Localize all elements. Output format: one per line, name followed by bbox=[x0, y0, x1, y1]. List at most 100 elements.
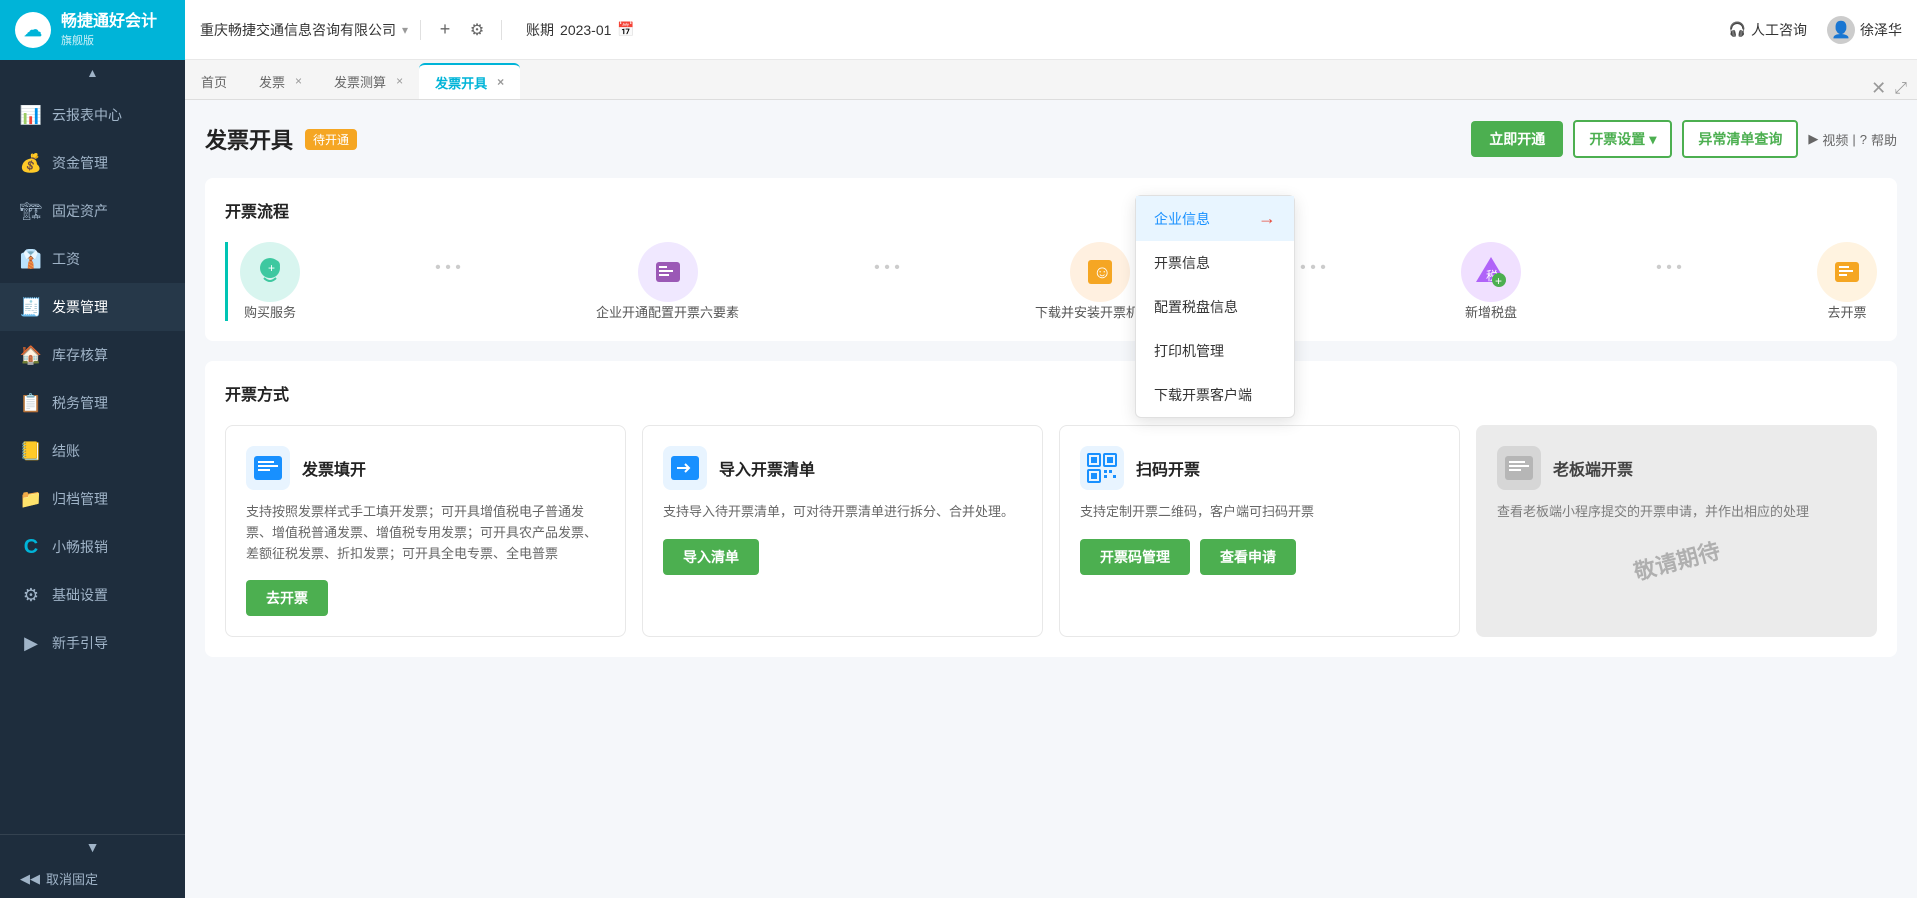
config-label: 企业开通配置开票六要素 bbox=[596, 302, 739, 321]
fill-desc: 支持按照发票样式手工填开发票；可开具增值税电子普通发票、增值税普通发票、增值税专… bbox=[246, 502, 605, 564]
dropdown-invoice-info-label: 开票信息 bbox=[1154, 253, 1210, 273]
import-title: 导入开票清单 bbox=[719, 456, 815, 480]
sidebar-item-archive[interactable]: 📁 归档管理 bbox=[0, 475, 185, 523]
maximize-button[interactable]: ⤢ bbox=[1894, 80, 1907, 98]
import-button[interactable]: 导入清单 bbox=[663, 539, 759, 575]
user-menu[interactable]: 👤 徐泽华 bbox=[1827, 16, 1902, 44]
calendar-icon[interactable]: 📅 bbox=[617, 21, 634, 38]
customer-service-button[interactable]: 🎧 人工咨询 bbox=[1729, 20, 1807, 40]
flow-step-go-invoice: 去开票 bbox=[1817, 242, 1877, 321]
tab-invoice-open[interactable]: 发票开具 × bbox=[419, 63, 520, 99]
dropdown-tax-config[interactable]: 配置税盘信息 bbox=[1136, 285, 1294, 329]
logo-icon: ☁ bbox=[15, 12, 51, 48]
tab-invoice-close[interactable]: × bbox=[295, 74, 302, 88]
sidebar-item-tax[interactable]: 📋 税务管理 bbox=[0, 379, 185, 427]
svg-text:+: + bbox=[268, 261, 275, 275]
guide-icon: ▶ bbox=[20, 632, 42, 654]
settings-dropdown-arrow: ▾ bbox=[1649, 131, 1656, 148]
scan-view-button[interactable]: 查看申请 bbox=[1200, 539, 1296, 575]
methods-grid: 发票填开 支持按照发票样式手工填开发票；可开具增值税电子普通发票、增值税普通发票… bbox=[225, 425, 1877, 637]
import-desc: 支持导入待开票清单，可对待开票清单进行拆分、合并处理。 bbox=[663, 502, 1022, 523]
flow-title: 开票流程 bbox=[225, 198, 1877, 222]
tab-invoice-calc-close[interactable]: × bbox=[396, 74, 403, 88]
dropdown-arrow-indicator: → bbox=[1258, 208, 1276, 229]
fill-title: 发票填开 bbox=[302, 456, 366, 480]
topbar-right: 🎧 人工咨询 👤 徐泽华 bbox=[1729, 16, 1902, 44]
tab-invoice-calc[interactable]: 发票测算 × bbox=[318, 63, 419, 99]
sidebar-item-capital[interactable]: 💰 资金管理 bbox=[0, 139, 185, 187]
sidebar-bottom-action[interactable]: ◀◀ 取消固定 bbox=[0, 859, 185, 898]
dropdown-printer-label: 打印机管理 bbox=[1154, 341, 1224, 361]
tab-home[interactable]: 首页 bbox=[185, 63, 243, 99]
sidebar-item-fixed-assets[interactable]: 🏗 固定资产 bbox=[0, 187, 185, 235]
sidebar-scroll-up[interactable]: ▲ bbox=[0, 60, 185, 86]
sidebar-label-guide: 新手引导 bbox=[52, 633, 108, 653]
method-scan: 扫码开票 支持定制开票二维码，客户端可扫码开票 开票码管理 查看申请 bbox=[1059, 425, 1460, 637]
settings-dropdown-menu: 企业信息 → 开票信息 配置税盘信息 打印机管理 下载开票客户端 bbox=[1135, 195, 1295, 418]
flow-step-config: 企业开通配置开票六要素 bbox=[596, 242, 739, 321]
dropdown-download-client[interactable]: 下载开票客户端 bbox=[1136, 373, 1294, 417]
unpin-icon: ◀◀ bbox=[20, 871, 40, 887]
sidebar-item-invoice[interactable]: 🧾 发票管理 bbox=[0, 283, 185, 331]
scan-manage-button[interactable]: 开票码管理 bbox=[1080, 539, 1190, 575]
sidebar-item-payroll[interactable]: 👔 工资 bbox=[0, 235, 185, 283]
sidebar-item-cloud-report[interactable]: 📊 云报表中心 bbox=[0, 91, 185, 139]
go-invoice-label: 去开票 bbox=[1828, 302, 1867, 321]
sidebar-item-guide[interactable]: ▶ 新手引导 bbox=[0, 619, 185, 667]
tax-icon: 📋 bbox=[20, 392, 42, 414]
sidebar-scroll-down[interactable]: ▼ bbox=[0, 834, 185, 859]
exception-button[interactable]: 异常清单查询 bbox=[1682, 120, 1798, 158]
sidebar-label-capital: 资金管理 bbox=[52, 153, 108, 173]
activate-button[interactable]: 立即开通 bbox=[1471, 121, 1563, 157]
settings-button[interactable]: 开票设置 ▾ bbox=[1573, 120, 1672, 158]
sidebar: ☁ 畅捷通好会计 旗舰版 ▲ 📊 云报表中心 💰 资金管理 🏗 固定资产 👔 工… bbox=[0, 0, 185, 898]
sidebar-item-inventory[interactable]: 🏠 库存核算 bbox=[0, 331, 185, 379]
dropdown-download-client-label: 下载开票客户端 bbox=[1154, 385, 1252, 405]
period-value: 2023-01 bbox=[560, 22, 611, 38]
method-boss-header: 老板端开票 bbox=[1497, 446, 1856, 490]
sidebar-item-settings[interactable]: ⚙ 基础设置 bbox=[0, 571, 185, 619]
sidebar-label-archive: 归档管理 bbox=[52, 489, 108, 509]
user-name: 徐泽华 bbox=[1860, 20, 1902, 40]
settings-icon: ⚙ bbox=[20, 584, 42, 606]
dropdown-company-info-label: 企业信息 bbox=[1154, 209, 1210, 229]
connector-1: • • • bbox=[300, 259, 596, 277]
fill-button[interactable]: 去开票 bbox=[246, 580, 328, 616]
dropdown-company-info[interactable]: 企业信息 → bbox=[1136, 196, 1294, 241]
methods-section: 开票方式 发票填开 支持按照发票样式手工填开发票；可开具增值税电子普通发票、增值… bbox=[205, 361, 1897, 657]
boss-icon bbox=[1497, 446, 1541, 490]
sidebar-item-report[interactable]: C 小畅报销 bbox=[0, 523, 185, 571]
page-title: 发票开具 bbox=[205, 123, 293, 155]
video-button[interactable]: ▶ 视频 | ? 帮助 bbox=[1808, 130, 1897, 149]
dropdown-invoice-info[interactable]: 开票信息 bbox=[1136, 241, 1294, 285]
add-tax-label: 新增税盘 bbox=[1465, 302, 1517, 321]
logo-text-block: 畅捷通好会计 旗舰版 bbox=[61, 12, 157, 47]
sidebar-label-cloud-report: 云报表中心 bbox=[52, 105, 122, 125]
topbar: 重庆畅捷交通信息咨询有限公司 ▾ + ⚙ 账期 2023-01 📅 🎧 人工咨询… bbox=[185, 0, 1917, 60]
buy-service-icon: + bbox=[240, 242, 300, 302]
add-company-button[interactable]: + bbox=[433, 18, 457, 42]
sidebar-label-settlement: 结账 bbox=[52, 441, 80, 461]
sidebar-nav: 📊 云报表中心 💰 资金管理 🏗 固定资产 👔 工资 🧾 发票管理 🏠 库存核算… bbox=[0, 86, 185, 834]
topbar-settings-button[interactable]: ⚙ bbox=[465, 18, 489, 42]
tab-invoice-open-close[interactable]: × bbox=[497, 75, 504, 89]
separator: | bbox=[1852, 132, 1855, 147]
tab-invoice[interactable]: 发票 × bbox=[243, 63, 318, 99]
company-selector[interactable]: 重庆畅捷交通信息咨询有限公司 ▾ bbox=[200, 20, 408, 40]
archive-icon: 📁 bbox=[20, 488, 42, 510]
header-actions: 立即开通 开票设置 ▾ 异常清单查询 ▶ 视频 | ? 帮助 bbox=[1471, 120, 1897, 158]
tab-home-label: 首页 bbox=[201, 72, 227, 91]
period-label: 账期 bbox=[526, 20, 554, 40]
payroll-icon: 👔 bbox=[20, 248, 42, 270]
sidebar-label-tax: 税务管理 bbox=[52, 393, 108, 413]
scan-title: 扫码开票 bbox=[1136, 456, 1200, 480]
sidebar-item-settlement[interactable]: 📒 结账 bbox=[0, 427, 185, 475]
dropdown-printer[interactable]: 打印机管理 bbox=[1136, 329, 1294, 373]
flow-steps: + 购买服务 • • • 企业开通配置开票六要素 • • • ☺ bbox=[225, 242, 1877, 321]
close-window-button[interactable]: ✕ bbox=[1871, 78, 1886, 99]
tab-invoice-calc-label: 发票测算 bbox=[334, 72, 386, 91]
add-tax-icon: 税+ bbox=[1461, 242, 1521, 302]
settlement-icon: 📒 bbox=[20, 440, 42, 462]
method-fill: 发票填开 支持按照发票样式手工填开发票；可开具增值税电子普通发票、增值税普通发票… bbox=[225, 425, 626, 637]
company-dropdown-arrow: ▾ bbox=[402, 23, 408, 37]
